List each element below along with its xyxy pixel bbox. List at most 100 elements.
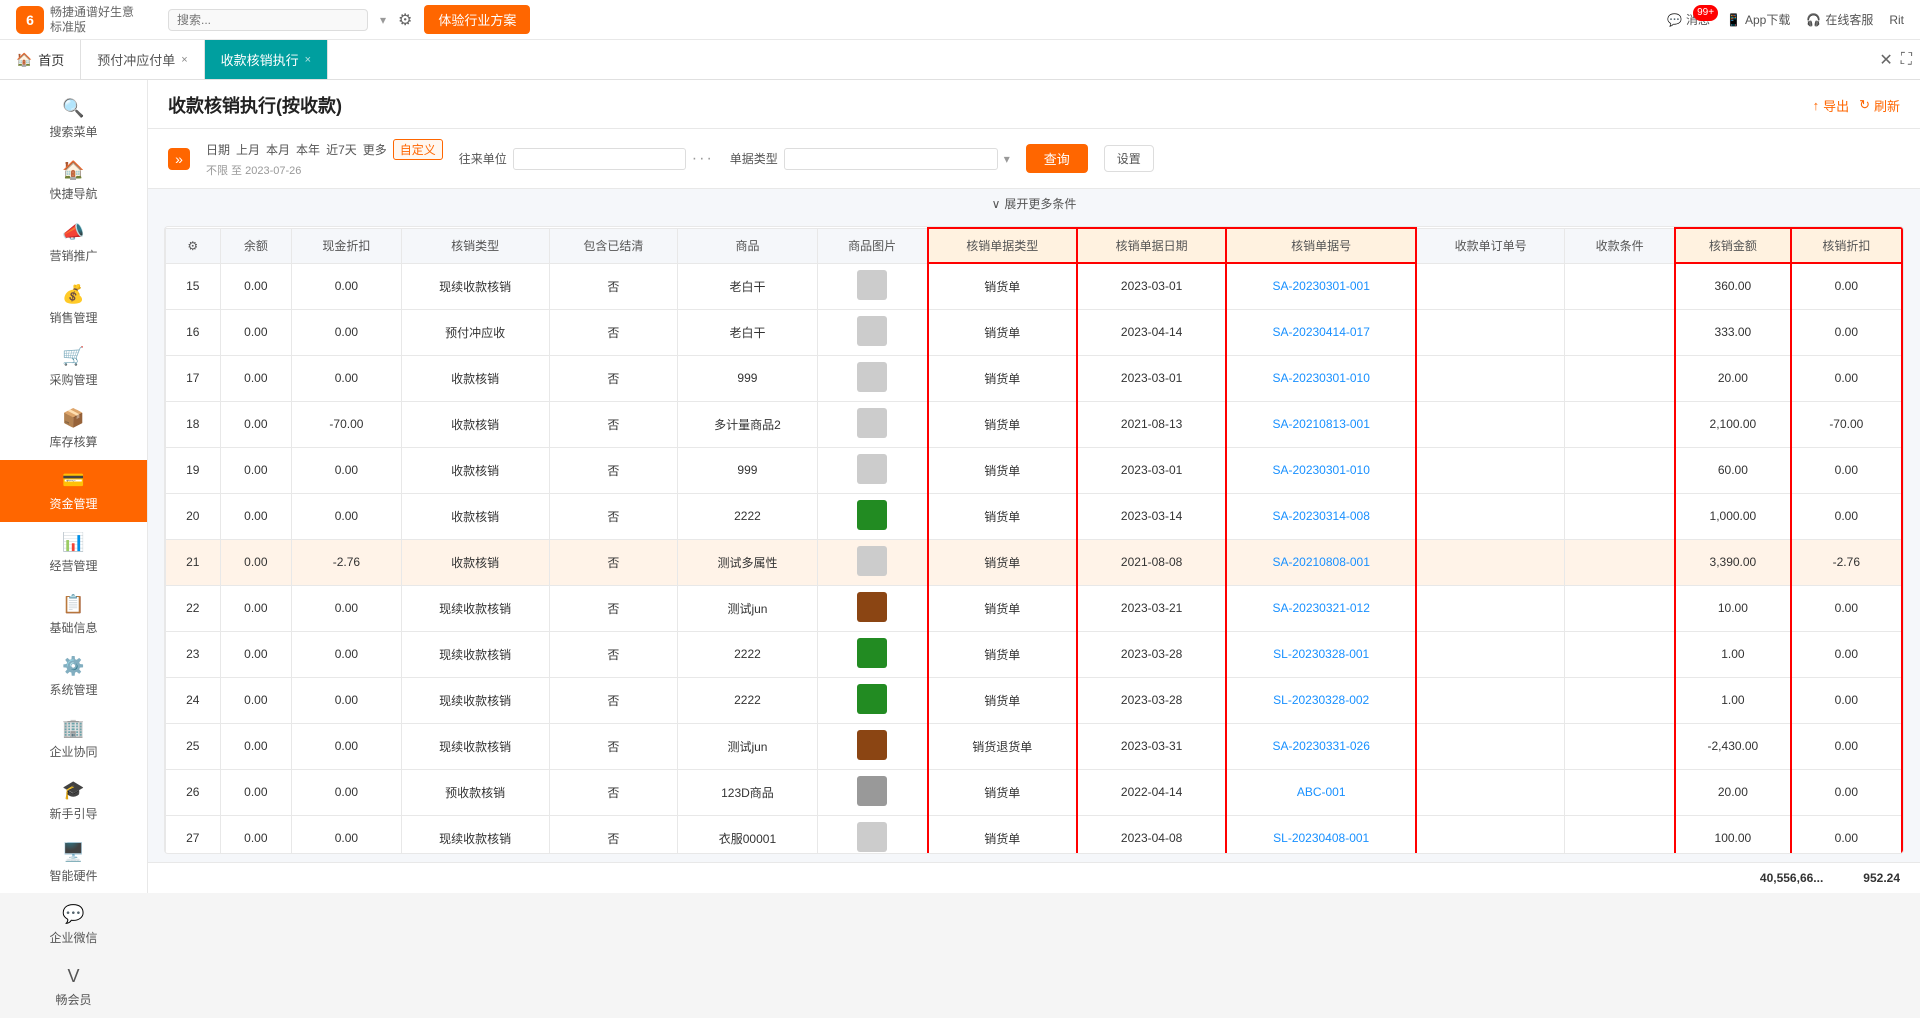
- newbie-icon: 🎓: [62, 780, 84, 801]
- td-write-off-discount: -70.00: [1791, 401, 1902, 447]
- vip-icon: V: [67, 966, 79, 987]
- sidebar-item-basic[interactable]: 📋 基础信息: [0, 584, 147, 646]
- date-custom-button[interactable]: 自定义: [393, 139, 443, 160]
- export-button[interactable]: ↑ 导出: [1813, 96, 1850, 115]
- type-select[interactable]: [784, 148, 998, 170]
- industry-solution-button[interactable]: 体验行业方案: [424, 5, 530, 34]
- date-option-last-month[interactable]: 上月: [236, 141, 260, 158]
- close-window-icon[interactable]: ✕: [1879, 50, 1892, 70]
- td-include-settled: 否: [549, 769, 678, 815]
- td-write-off-discount: 0.00: [1791, 493, 1902, 539]
- td-goods: 2222: [678, 631, 817, 677]
- date-option-this-year[interactable]: 本年: [296, 141, 320, 158]
- online-service-button[interactable]: 🎧 在线客服: [1806, 11, 1873, 28]
- td-cash-discount: 0.00: [292, 631, 402, 677]
- sidebar-item-purchase[interactable]: 🛒 采购管理: [0, 336, 147, 398]
- top-search-input[interactable]: [168, 9, 368, 31]
- basic-icon: 📋: [62, 594, 84, 615]
- td-write-off-amount: -2,430.00: [1675, 723, 1791, 769]
- td-bill-no[interactable]: SA-20230331-026: [1226, 723, 1416, 769]
- sidebar-item-quicknav[interactable]: 🏠 快捷导航: [0, 150, 147, 212]
- td-write-off-type: 收款核销: [401, 539, 549, 585]
- td-write-off-discount: 0.00: [1791, 677, 1902, 723]
- close-collection-icon[interactable]: ×: [305, 54, 311, 66]
- td-write-off-discount: 0.00: [1791, 585, 1902, 631]
- td-write-off-amount: 10.00: [1675, 585, 1791, 631]
- td-cash-discount: 0.00: [292, 263, 402, 309]
- expand-window-icon[interactable]: ⛶: [1901, 51, 1912, 69]
- tab-home[interactable]: 🏠 首页: [0, 40, 81, 79]
- td-bill-no[interactable]: SA-20210808-001: [1226, 539, 1416, 585]
- td-bill-no[interactable]: SA-20210813-001: [1226, 401, 1416, 447]
- filter-unit: 往来单位 ···: [459, 148, 714, 170]
- sidebar-item-search[interactable]: 🔍 搜索菜单: [0, 88, 147, 150]
- table-row: 21 0.00 -2.76 收款核销 否 测试多属性 销货单 2021-08-0…: [166, 539, 1903, 585]
- td-write-off-discount: 0.00: [1791, 723, 1902, 769]
- td-receipt-cond: [1565, 355, 1675, 401]
- refresh-button[interactable]: ↻ 刷新: [1859, 96, 1900, 115]
- td-no: 17: [166, 355, 221, 401]
- date-option-more[interactable]: 更多: [363, 141, 387, 158]
- td-bill-no[interactable]: SL-20230328-002: [1226, 677, 1416, 723]
- sidebar-item-sales[interactable]: 💰 销售管理: [0, 274, 147, 336]
- td-receipt-cond: [1565, 769, 1675, 815]
- settings-icon[interactable]: ⚙: [398, 10, 412, 30]
- close-prepay-icon[interactable]: ×: [181, 54, 187, 66]
- filter-expand-button[interactable]: »: [168, 148, 190, 170]
- sidebar-item-finance[interactable]: 💳 资金管理: [0, 460, 147, 522]
- table-footer: 40,556,66... 952.24: [148, 862, 1920, 893]
- td-bill-no[interactable]: SA-20230314-008: [1226, 493, 1416, 539]
- td-write-off-amount: 60.00: [1675, 447, 1791, 493]
- td-bill-date: 2023-03-28: [1077, 677, 1226, 723]
- unit-input[interactable]: [513, 148, 686, 170]
- td-bill-no[interactable]: SA-20230301-010: [1226, 355, 1416, 401]
- td-bill-no[interactable]: ABC-001: [1226, 769, 1416, 815]
- sidebar-item-marketing[interactable]: 📣 营销推广: [0, 212, 147, 274]
- td-receipt-order-no: [1416, 539, 1565, 585]
- sales-icon: 💰: [62, 284, 84, 305]
- td-receipt-order-no: [1416, 355, 1565, 401]
- td-bill-no[interactable]: SA-20230414-017: [1226, 309, 1416, 355]
- td-bill-no[interactable]: SA-20230301-001: [1226, 263, 1416, 309]
- td-balance: 0.00: [220, 539, 292, 585]
- tab-prepay[interactable]: 预付冲应付单 ×: [81, 40, 204, 79]
- sidebar-item-inventory[interactable]: 📦 库存核算: [0, 398, 147, 460]
- td-cash-discount: -70.00: [292, 401, 402, 447]
- sidebar-item-operation[interactable]: 📊 经营管理: [0, 522, 147, 584]
- td-write-off-type: 现续收款核销: [401, 263, 549, 309]
- date-label: 日期: [206, 141, 230, 158]
- td-write-off-discount: 0.00: [1791, 815, 1902, 854]
- th-balance: 余额: [220, 228, 292, 263]
- query-button[interactable]: 查询: [1026, 144, 1088, 173]
- tab-collection[interactable]: 收款核销执行 ×: [205, 40, 328, 79]
- expand-more-button[interactable]: ∨ 展开更多条件: [992, 195, 1077, 212]
- sidebar-item-hardware[interactable]: 🖥️ 智能硬件: [0, 832, 147, 894]
- td-bill-type: 销货单: [928, 355, 1077, 401]
- sidebar-item-vip[interactable]: V 畅会员: [0, 956, 147, 1018]
- td-cash-discount: 0.00: [292, 723, 402, 769]
- td-bill-no[interactable]: SA-20230301-010: [1226, 447, 1416, 493]
- td-balance: 0.00: [220, 815, 292, 854]
- date-option-7days[interactable]: 近7天: [326, 141, 357, 158]
- td-bill-no[interactable]: SL-20230408-001: [1226, 815, 1416, 854]
- th-settings[interactable]: ⚙: [166, 228, 221, 263]
- td-write-off-type: 现续收款核销: [401, 677, 549, 723]
- sidebar-item-wechat[interactable]: 💬 企业微信: [0, 894, 147, 956]
- message-button[interactable]: 💬 消息 99+: [1667, 11, 1710, 28]
- td-balance: 0.00: [220, 723, 292, 769]
- td-receipt-order-no: [1416, 723, 1565, 769]
- table-container[interactable]: ⚙ 余额 现金折扣 核销类型 包含已结清 商品 商品图片 核销单据类型 核销单据…: [164, 226, 1904, 854]
- sidebar-item-corp[interactable]: 🏢 企业协同: [0, 708, 147, 770]
- td-bill-no[interactable]: SL-20230328-001: [1226, 631, 1416, 677]
- td-balance: 0.00: [220, 263, 292, 309]
- date-option-this-month[interactable]: 本月: [266, 141, 290, 158]
- app-download-button[interactable]: 📱 App下载: [1726, 11, 1790, 28]
- filter-bar: » 日期 上月 本月 本年 近7天 更多 自定义 不限 至 2023-07-26…: [148, 129, 1920, 189]
- td-bill-no[interactable]: SA-20230321-012: [1226, 585, 1416, 631]
- td-write-off-type: 现续收款核销: [401, 723, 549, 769]
- home-icon: 🏠: [16, 52, 32, 68]
- sidebar-item-system[interactable]: ⚙️ 系统管理: [0, 646, 147, 708]
- sidebar-item-newbie[interactable]: 🎓 新手引导: [0, 770, 147, 832]
- td-cash-discount: 0.00: [292, 769, 402, 815]
- table-settings-button[interactable]: 设置: [1104, 145, 1154, 172]
